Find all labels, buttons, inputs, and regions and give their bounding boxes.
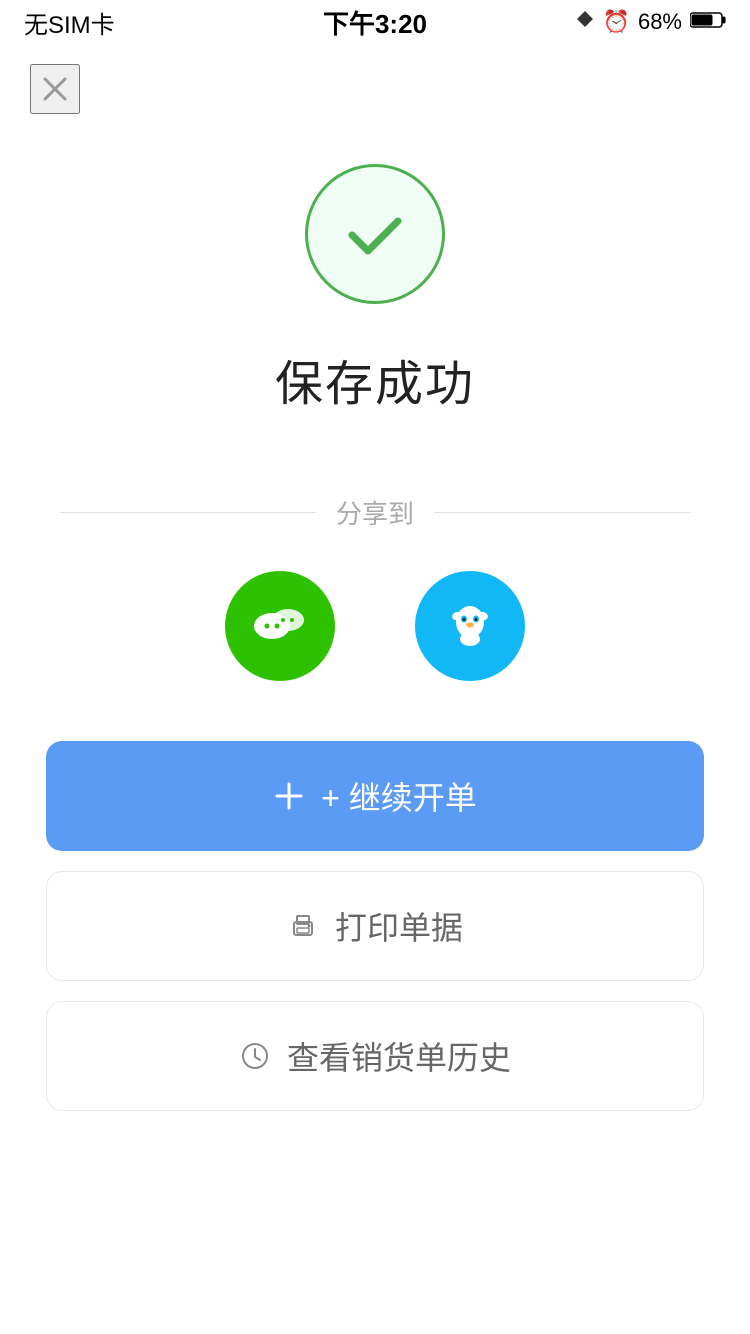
success-check-circle [305, 164, 445, 304]
close-area [0, 44, 750, 134]
wechat-icon [248, 594, 312, 658]
wechat-share-button[interactable] [225, 571, 335, 681]
status-left: 无SIM卡 [24, 5, 123, 40]
actions-section: + 继续开单 打印单据 查看销货单历史 [0, 741, 750, 1111]
success-title: 保存成功 [275, 344, 475, 414]
location-icon [575, 9, 595, 35]
check-icon [340, 199, 410, 269]
carrier-label: 无SIM卡 [24, 5, 115, 40]
close-icon [41, 75, 69, 103]
qq-share-button[interactable] [415, 571, 525, 681]
divider-line-left [60, 512, 316, 513]
print-button[interactable]: 打印单据 [46, 871, 704, 981]
battery-label: 68% [638, 9, 682, 35]
share-icons-row [0, 571, 750, 681]
share-label: 分享到 [316, 494, 434, 531]
history-label: 查看销货单历史 [287, 1033, 511, 1079]
continue-button[interactable]: + 继续开单 [46, 741, 704, 851]
status-right: ⏰ 68% [575, 9, 726, 35]
alarm-icon: ⏰ [603, 9, 630, 35]
status-bar: 无SIM卡 下午3:20 ⏰ 68% [0, 0, 750, 44]
close-button[interactable] [30, 64, 80, 114]
battery-icon [690, 9, 726, 35]
status-time: 下午3:20 [323, 4, 427, 41]
history-icon [239, 1040, 271, 1072]
history-button[interactable]: 查看销货单历史 [46, 1001, 704, 1111]
plus-icon [273, 780, 305, 812]
qq-icon [438, 594, 502, 658]
share-divider: 分享到 [0, 494, 750, 531]
print-icon [287, 910, 319, 942]
continue-label: + 继续开单 [321, 773, 477, 819]
success-section: 保存成功 [0, 134, 750, 464]
divider-line-right [434, 512, 690, 513]
print-label: 打印单据 [335, 903, 463, 949]
